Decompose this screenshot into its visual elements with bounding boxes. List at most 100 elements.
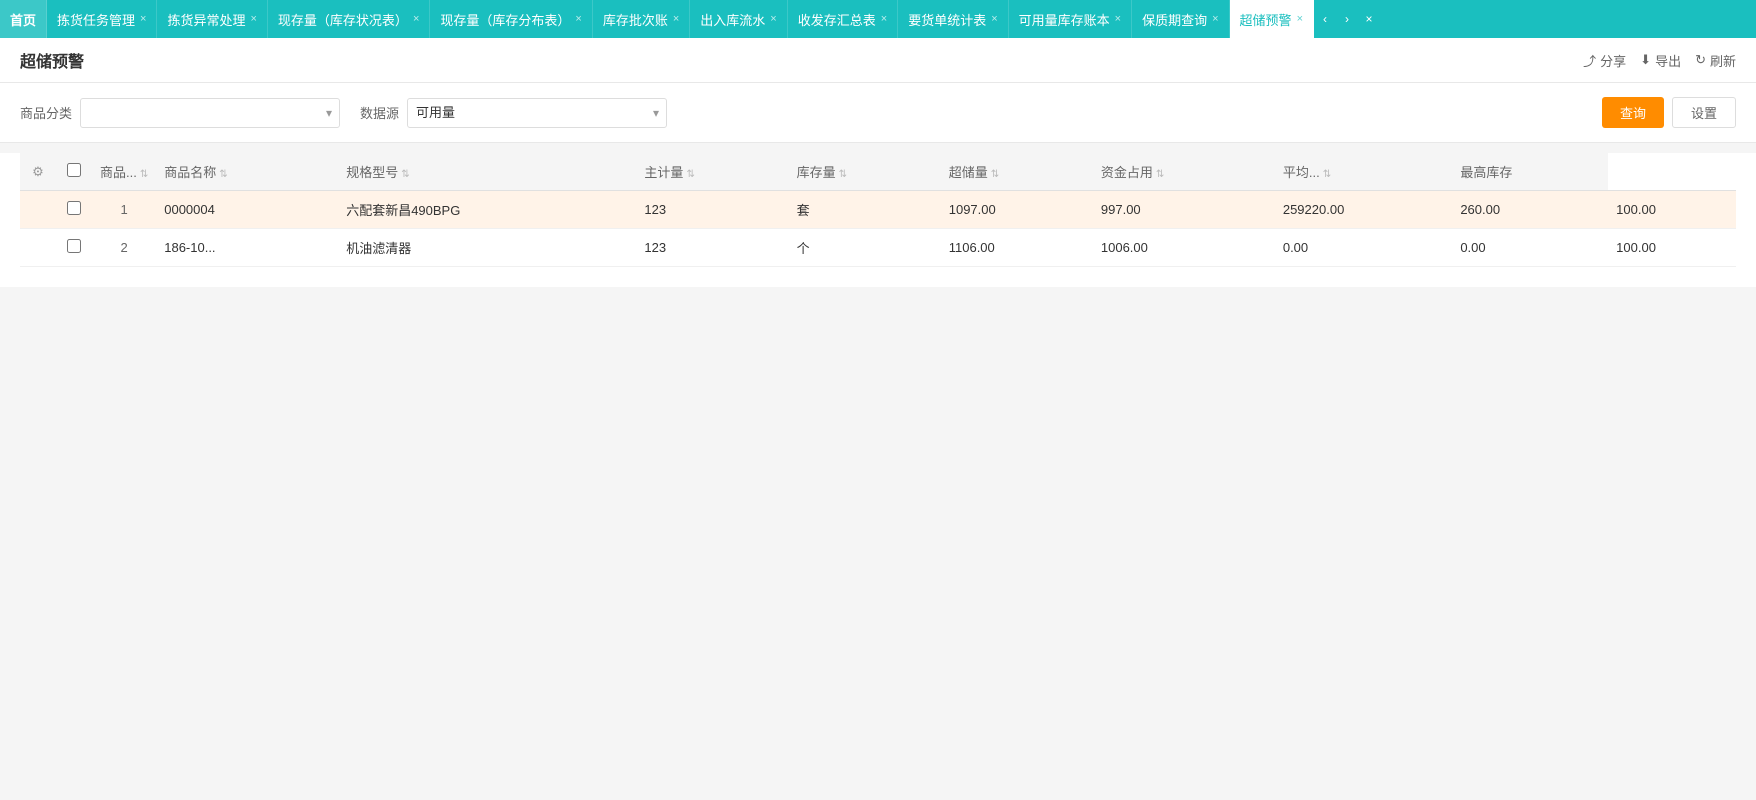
- nav-recv-summary[interactable]: 收发存汇总表 ×: [788, 0, 898, 38]
- table-area: ⚙ 商品...⇅ 商品名称⇅ 规格型号⇅ 主计量⇅ 库存量⇅: [0, 153, 1756, 287]
- close-icon[interactable]: ×: [991, 13, 997, 25]
- data-table: ⚙ 商品...⇅ 商品名称⇅ 规格型号⇅ 主计量⇅ 库存量⇅: [20, 153, 1736, 267]
- nav-expiry-query[interactable]: 保质期查询 ×: [1132, 0, 1229, 38]
- nav-pick-task[interactable]: 拣货任务管理 ×: [47, 0, 157, 38]
- nav-inout-flow[interactable]: 出入库流水 ×: [690, 0, 787, 38]
- row-overstock: 1006.00: [1093, 229, 1275, 267]
- close-icon[interactable]: ×: [575, 13, 581, 25]
- close-icon[interactable]: ×: [413, 13, 419, 25]
- row-settings: [20, 229, 56, 267]
- setting-button[interactable]: 设置: [1672, 97, 1736, 128]
- col-unit-header[interactable]: 主计量⇅: [636, 153, 788, 191]
- nav-order-stats[interactable]: 要货单统计表 ×: [898, 0, 1008, 38]
- col-product-name-header[interactable]: 商品名称⇅: [156, 153, 338, 191]
- sort-icon: ⇅: [686, 169, 694, 180]
- page-header: 超储预警 ⤴ 分享 ⬇ 导出 ↻ 刷新: [0, 38, 1756, 83]
- col-max-stock-header[interactable]: 最高库存: [1452, 153, 1608, 191]
- category-select[interactable]: [80, 98, 340, 128]
- select-all-checkbox[interactable]: [67, 163, 81, 177]
- filter-area: 商品分类 数据源 可用量 库存量 查询 设置: [0, 83, 1756, 143]
- close-icon[interactable]: ×: [1115, 13, 1121, 25]
- row-max-stock: 100.00: [1608, 191, 1736, 229]
- nav-available-book[interactable]: 可用量库存账本 ×: [1009, 0, 1132, 38]
- share-icon: ⤴: [1583, 51, 1596, 70]
- col-capital-header[interactable]: 资金占用⇅: [1093, 153, 1275, 191]
- category-filter-group: 商品分类: [20, 98, 340, 128]
- datasource-filter-group: 数据源 可用量 库存量: [360, 98, 667, 128]
- row-stock: 1106.00: [941, 229, 1093, 267]
- sort-icon: ⇅: [401, 169, 409, 180]
- refresh-icon: ↻: [1695, 52, 1706, 68]
- datasource-label: 数据源: [360, 103, 399, 122]
- table-row: 2 186-10... 机油滤清器 123 个 1106.00 1006.00 …: [20, 229, 1736, 267]
- col-overstock-header[interactable]: 超储量⇅: [941, 153, 1093, 191]
- close-icon[interactable]: ×: [140, 13, 146, 25]
- row-num: 1: [92, 191, 156, 229]
- header-actions: ⤴ 分享 ⬇ 导出 ↻ 刷新: [1583, 51, 1736, 70]
- row-max-stock: 100.00: [1608, 229, 1736, 267]
- row-product-code: 0000004: [156, 191, 338, 229]
- sort-icon: ⇅: [991, 169, 999, 180]
- export-button[interactable]: ⬇ 导出: [1640, 51, 1681, 70]
- share-button[interactable]: ⤴ 分享: [1583, 51, 1626, 70]
- settings-gear-icon[interactable]: ⚙: [30, 164, 46, 180]
- nav-overstock-alert[interactable]: 超储预警 ×: [1230, 0, 1314, 38]
- row-capital: 259220.00: [1275, 191, 1452, 229]
- row-unit: 个: [789, 229, 941, 267]
- row-check-cell: [56, 229, 92, 267]
- row-product-name: 六配套新昌490BPG: [338, 191, 636, 229]
- row-stock: 1097.00: [941, 191, 1093, 229]
- refresh-button[interactable]: ↻ 刷新: [1695, 51, 1736, 70]
- table-header-row: ⚙ 商品...⇅ 商品名称⇅ 规格型号⇅ 主计量⇅ 库存量⇅: [20, 153, 1736, 191]
- sort-icon: ⇅: [1323, 169, 1331, 180]
- close-icon[interactable]: ×: [881, 13, 887, 25]
- col-spec-header[interactable]: 规格型号⇅: [338, 153, 636, 191]
- nav-stock-status[interactable]: 现存量（库存状况表） ×: [268, 0, 430, 38]
- nav-close-arrow[interactable]: ×: [1358, 0, 1380, 38]
- category-select-wrap: [80, 98, 340, 128]
- nav-home[interactable]: 首页: [0, 0, 47, 38]
- row-overstock: 997.00: [1093, 191, 1275, 229]
- sort-icon: ⇅: [140, 169, 148, 180]
- row-check-cell: [56, 191, 92, 229]
- row-avg: 260.00: [1452, 191, 1608, 229]
- row-num: 2: [92, 229, 156, 267]
- col-stock-header[interactable]: 库存量⇅: [789, 153, 941, 191]
- row-settings: [20, 191, 56, 229]
- row-spec: 123: [636, 229, 788, 267]
- row-product-name: 机油滤清器: [338, 229, 636, 267]
- sort-icon: ⇅: [1156, 169, 1164, 180]
- query-button[interactable]: 查询: [1602, 97, 1664, 128]
- nav-pick-exception[interactable]: 拣货异常处理 ×: [157, 0, 267, 38]
- top-navigation: 首页 拣货任务管理 × 拣货异常处理 × 现存量（库存状况表） × 现存量（库存…: [0, 0, 1756, 38]
- datasource-select[interactable]: 可用量 库存量: [407, 98, 667, 128]
- datasource-select-wrap: 可用量 库存量: [407, 98, 667, 128]
- row-capital: 0.00: [1275, 229, 1452, 267]
- row-product-code: 186-10...: [156, 229, 338, 267]
- filter-buttons: 查询 设置: [1602, 97, 1736, 128]
- export-icon: ⬇: [1640, 52, 1651, 68]
- nav-stock-dist[interactable]: 现存量（库存分布表） ×: [430, 0, 592, 38]
- row-avg: 0.00: [1452, 229, 1608, 267]
- col-avg-header[interactable]: 平均...⇅: [1275, 153, 1452, 191]
- close-icon[interactable]: ×: [1212, 13, 1218, 25]
- nav-next-arrow[interactable]: ›: [1336, 0, 1358, 38]
- row-checkbox[interactable]: [67, 201, 81, 215]
- close-icon[interactable]: ×: [1297, 13, 1303, 25]
- col-settings-header: ⚙: [20, 153, 56, 191]
- table-row: 1 0000004 六配套新昌490BPG 123 套 1097.00 997.…: [20, 191, 1736, 229]
- row-checkbox[interactable]: [67, 239, 81, 253]
- close-icon[interactable]: ×: [770, 13, 776, 25]
- nav-prev-arrow[interactable]: ‹: [1314, 0, 1336, 38]
- category-label: 商品分类: [20, 103, 72, 122]
- row-unit: 套: [789, 191, 941, 229]
- close-icon[interactable]: ×: [673, 13, 679, 25]
- col-check-header: [56, 153, 92, 191]
- col-product-code-header[interactable]: 商品...⇅: [92, 153, 156, 191]
- row-spec: 123: [636, 191, 788, 229]
- nav-stock-batch[interactable]: 库存批次账 ×: [593, 0, 690, 38]
- close-icon[interactable]: ×: [250, 13, 256, 25]
- sort-icon: ⇅: [219, 169, 227, 180]
- sort-icon: ⇅: [839, 169, 847, 180]
- page-title: 超储预警: [20, 48, 84, 72]
